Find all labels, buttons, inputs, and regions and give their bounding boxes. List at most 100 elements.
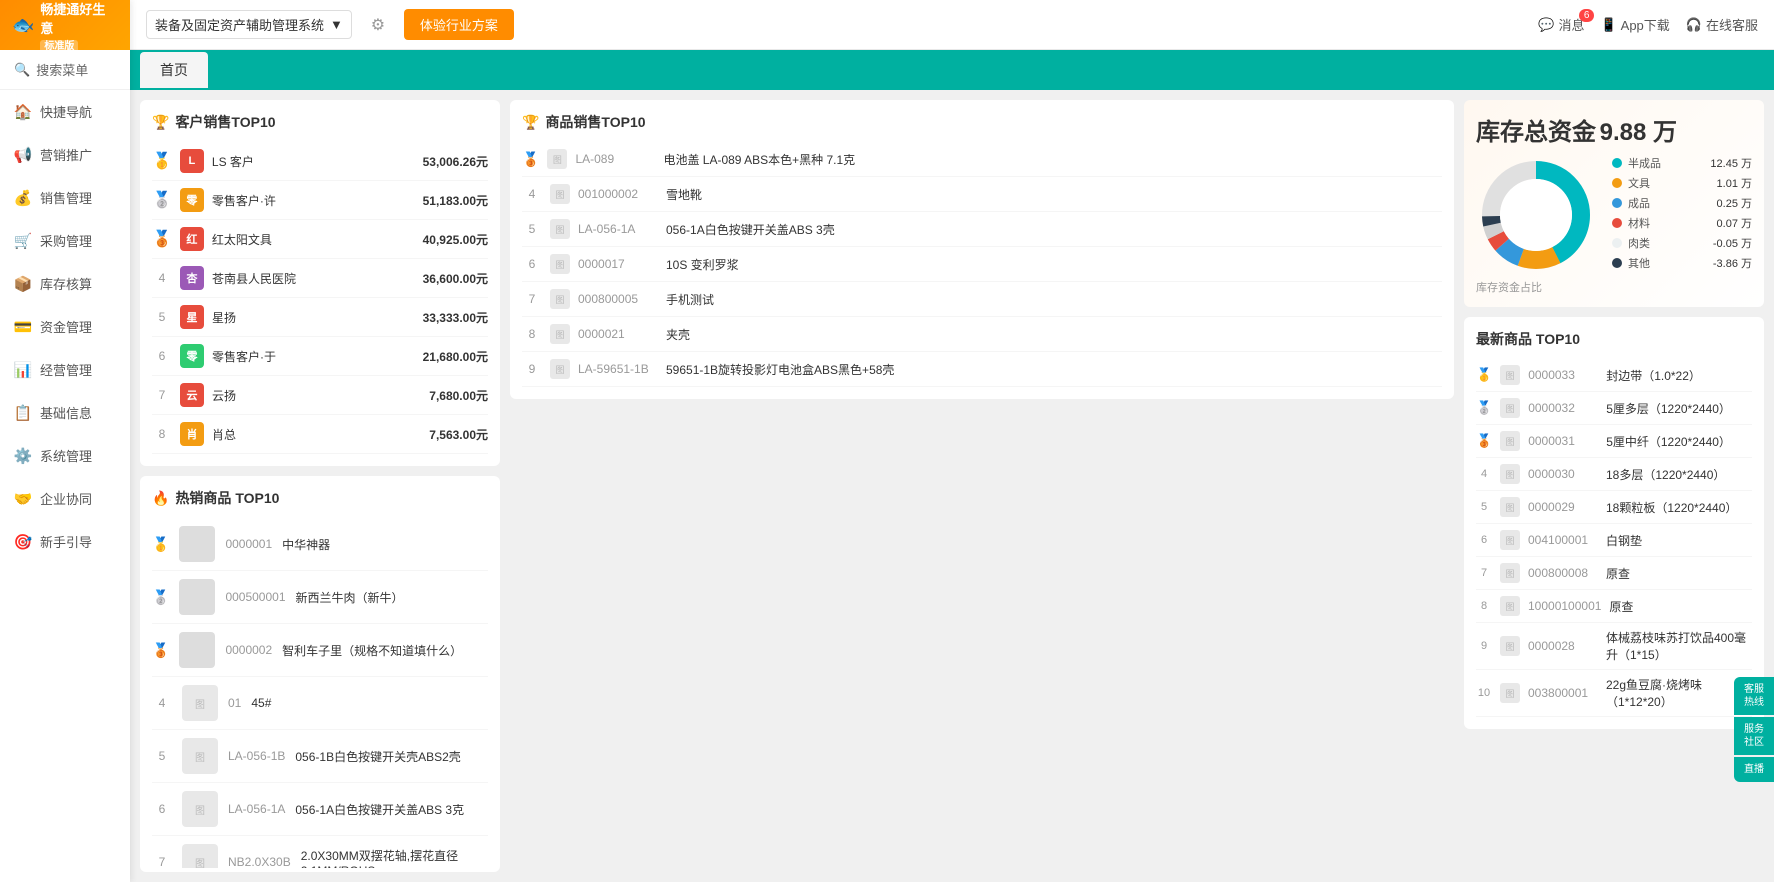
product-thumb: 图 (550, 219, 570, 239)
customer-name: 零售客户·于 (212, 348, 415, 365)
legend-item: 其他 -3.86 万 (1612, 255, 1752, 271)
system-selector[interactable]: 装备及固定资产辅助管理系统 ▼ (146, 10, 352, 39)
product-code: NB2.0X30B (228, 855, 291, 868)
new-product-code: 0000029 (1528, 500, 1598, 514)
customer-value: 53,006.26元 (423, 153, 488, 170)
sidebar-item-collab[interactable]: 🤝 企业协同 (0, 477, 130, 520)
message-button[interactable]: 💬 消息 6 (1538, 15, 1584, 34)
product-thumb: 图 (550, 184, 570, 204)
search-label: 搜索菜单 (36, 60, 88, 79)
sidebar: 🐟 畅捷通好生意 标准版 🔍 搜索菜单 🏠 快捷导航 📢 营销推广 💰 销售管理… (0, 0, 130, 882)
sidebar-item-label: 快捷导航 (40, 102, 92, 121)
nav-tabs: 首页 (130, 50, 1774, 90)
product-image (179, 526, 215, 562)
live-stream-button[interactable]: 直播 (1734, 757, 1774, 782)
new-products-list: 🥇 图 0000033 封边带（1.0*22） 🥈 图 0000032 5厘多层… (1476, 359, 1752, 717)
sidebar-item-system[interactable]: ⚙️ 系统管理 (0, 434, 130, 477)
product-sales-item: 9 图 LA-59651-1B 59651-1B旋转投影灯电池盒ABS黑色+58… (522, 352, 1442, 387)
sidebar-item-finance[interactable]: 💳 资金管理 (0, 305, 130, 348)
new-product-name: 18多层（1220*2440） (1606, 466, 1752, 483)
product-thumb: 图 (1500, 398, 1520, 418)
new-product-item: 6 图 004100001 白钢垫 (1476, 524, 1752, 557)
product-thumb: 图 (1500, 563, 1520, 583)
search-menu[interactable]: 🔍 搜索菜单 (0, 50, 130, 90)
customer-top10-card: 🏆 客户销售TOP10 🥇 L LS 客户 53,006.26元 🥈 零 零售客… (140, 100, 500, 466)
trial-button[interactable]: 体验行业方案 (404, 9, 514, 40)
legend-value: -0.05 万 (1713, 235, 1752, 251)
customer-service-button[interactable]: 客服 热线 (1734, 677, 1774, 715)
legend-name: 成品 (1628, 195, 1650, 211)
sidebar-item-marketing[interactable]: 📢 营销推广 (0, 133, 130, 176)
legend-item: 材料 0.07 万 (1612, 215, 1752, 231)
tab-home[interactable]: 首页 (140, 52, 208, 88)
new-product-item: 9 图 0000028 体械荔枝味苏打饮品400毫升（1*15） (1476, 623, 1752, 670)
online-service-button[interactable]: 🎧 在线客服 (1686, 15, 1758, 34)
new-product-name: 原查 (1609, 598, 1752, 615)
product-sales-list: 🥉 图 LA-089 电池盖 LA-089 ABS本色+黑种 7.1克 4 图 … (522, 142, 1442, 387)
customer-value: 36,600.00元 (423, 270, 488, 287)
new-product-code: 0000028 (1528, 639, 1598, 653)
sidebar-item-sales[interactable]: 💰 销售管理 (0, 176, 130, 219)
donut-chart-container: 半成品 12.45 万 文具 1.01 万 成品 0.25 万 材料 0.07 … (1476, 155, 1752, 275)
app-download-button[interactable]: 📱 App下载 (1600, 15, 1669, 34)
legend-item: 文具 1.01 万 (1612, 175, 1752, 191)
sidebar-item-guide[interactable]: 🎯 新手引导 (0, 520, 130, 563)
new-product-name: 封边带（1.0*22） (1606, 367, 1752, 384)
legend-value: 0.25 万 (1717, 195, 1752, 211)
customer-rank-item: 🥉 红 红太阳文具 40,925.00元 (152, 220, 488, 259)
product-image (179, 579, 215, 615)
customer-value: 7,563.00元 (429, 426, 488, 443)
customer-avatar: 云 (180, 383, 204, 407)
new-product-name: 体械荔枝味苏打饮品400毫升（1*15） (1606, 629, 1752, 663)
customer-rank-item: 4 杏 苍南县人民医院 36,600.00元 (152, 259, 488, 298)
product-thumb: 图 (550, 254, 570, 274)
product-name: 手机测试 (666, 291, 1442, 308)
legend-name: 其他 (1628, 255, 1650, 271)
app-download-label: App下载 (1621, 15, 1670, 34)
customer-avatar: 红 (180, 227, 204, 251)
product-thumb: 图 (550, 289, 570, 309)
sidebar-item-basic-info[interactable]: 📋 基础信息 (0, 391, 130, 434)
product-name: 056-1B白色按键开关壳ABS2壳 (295, 748, 488, 765)
product-sales-item: 5 图 LA-056-1A 056-1A白色按键开关盖ABS 3壳 (522, 212, 1442, 247)
customer-list: 🥇 L LS 客户 53,006.26元 🥈 零 零售客户·许 51,183.0… (152, 142, 488, 454)
new-product-code: 0000032 (1528, 401, 1598, 415)
management-icon: 📊 (14, 361, 32, 379)
settings-button[interactable]: ⚙ (364, 11, 392, 39)
sidebar-item-label: 企业协同 (40, 489, 92, 508)
product-image-placeholder: 图 (182, 791, 218, 827)
legend-dot (1612, 158, 1622, 168)
product-code: 0000021 (578, 327, 658, 341)
product-code: 000800005 (578, 292, 658, 306)
sidebar-item-management[interactable]: 📊 经营管理 (0, 348, 130, 391)
new-product-code: 000800008 (1528, 566, 1598, 580)
product-code: 0000002 (225, 643, 272, 657)
trophy-icon2: 🏆 (522, 114, 539, 131)
customer-rank-item: 5 星 星扬 33,333.00元 (152, 298, 488, 337)
customer-top10-title: 🏆 客户销售TOP10 (152, 112, 488, 132)
product-name: 智利车子里（规格不知道填什么） (282, 642, 488, 659)
customer-value: 51,183.00元 (423, 192, 488, 209)
sidebar-item-label: 基础信息 (40, 403, 92, 422)
service-community-button[interactable]: 服务 社区 (1734, 717, 1774, 755)
product-thumb: 图 (1500, 431, 1520, 451)
sidebar-item-inventory[interactable]: 📦 库存核算 (0, 262, 130, 305)
sidebar-item-purchase[interactable]: 🛒 采购管理 (0, 219, 130, 262)
hot-product-item: 🥇 0000001 中华神器 (152, 518, 488, 571)
inventory-legend: 半成品 12.45 万 文具 1.01 万 成品 0.25 万 材料 0.07 … (1612, 155, 1752, 275)
sidebar-item-navigation[interactable]: 🏠 快捷导航 (0, 90, 130, 133)
search-icon: 🔍 (14, 62, 30, 78)
fire-icon: 🔥 (152, 490, 169, 507)
customer-name: 零售客户·许 (212, 192, 415, 209)
product-image-placeholder: 图 (182, 685, 218, 721)
legend-item: 成品 0.25 万 (1612, 195, 1752, 211)
new-product-item: 5 图 0000029 18颗粒板（1220*2440） (1476, 491, 1752, 524)
inventory-total: 库存总资金 9.88 万 (1476, 112, 1752, 147)
basic-info-icon: 📋 (14, 404, 32, 422)
customer-value: 40,925.00元 (423, 231, 488, 248)
message-badge: 6 (1579, 9, 1595, 22)
home-icon: 🏠 (14, 103, 32, 121)
chevron-down-icon: ▼ (330, 17, 343, 32)
new-product-name: 5厘中纤（1220*2440） (1606, 433, 1752, 450)
product-name: 电池盖 LA-089 ABS本色+黑种 7.1克 (663, 151, 1442, 168)
